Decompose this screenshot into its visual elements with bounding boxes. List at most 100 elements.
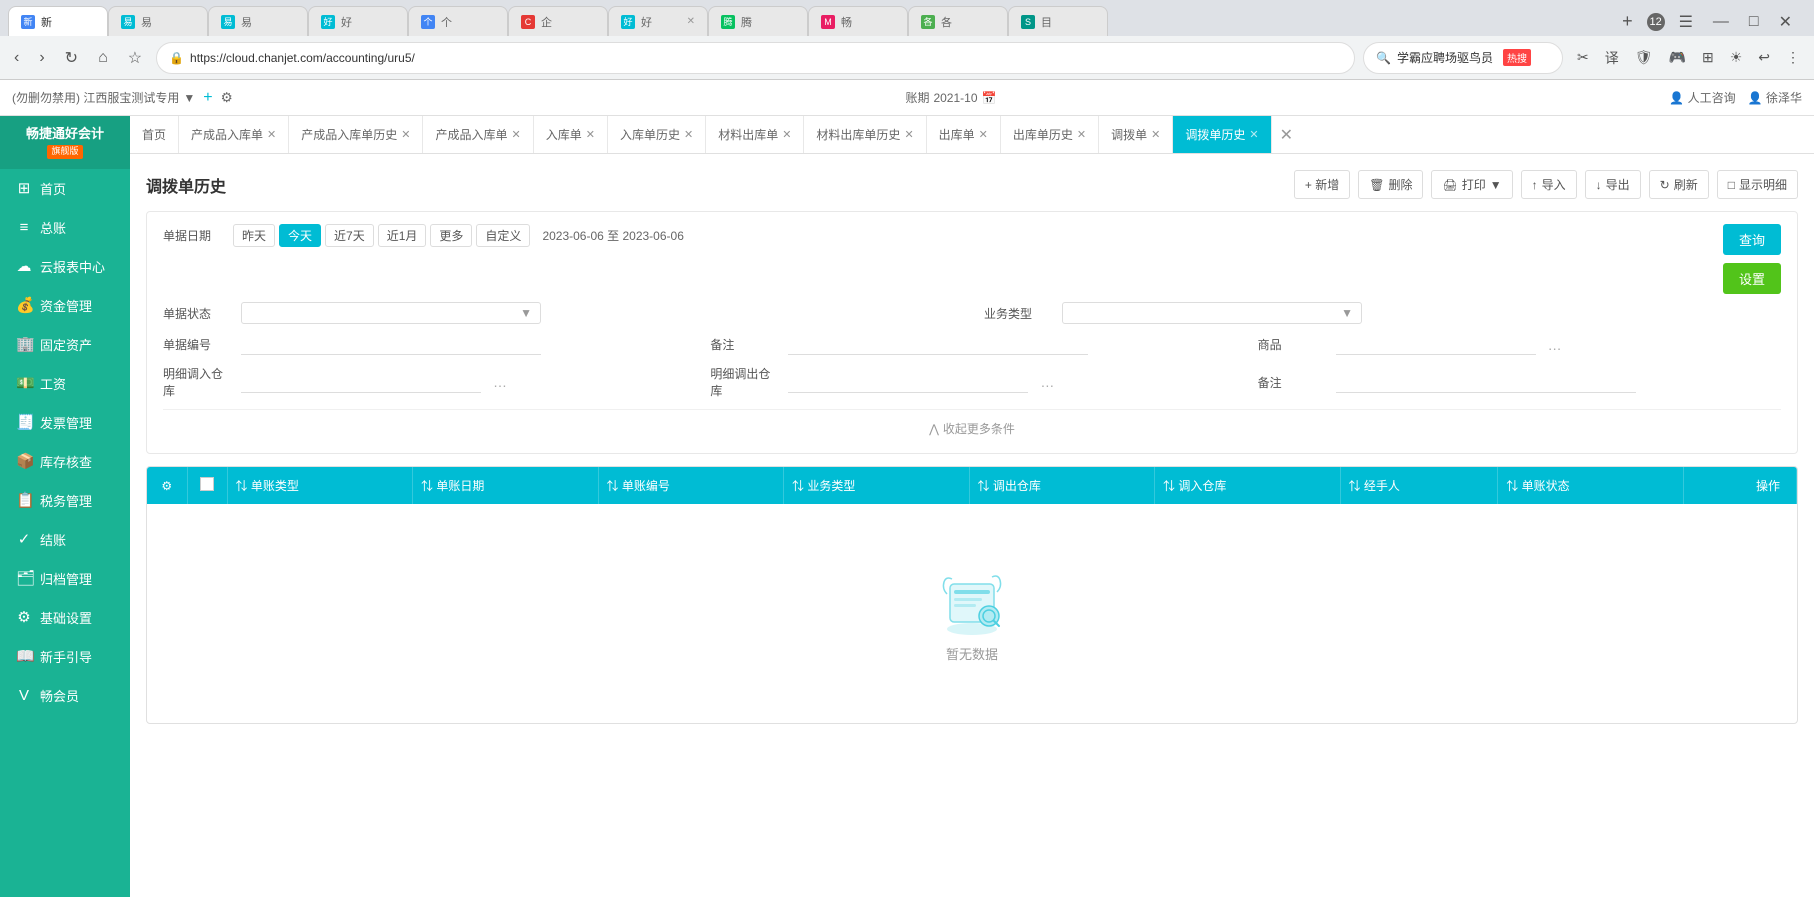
page-tab-product-in[interactable]: 产成品入库单 ✕ [179, 116, 289, 154]
table-header-doc-no[interactable]: ⇅ 单账编号 [598, 467, 784, 504]
sidebar-item-salary[interactable]: 💵 工资 [0, 364, 130, 403]
sidebar-item-fund[interactable]: 💰 资金管理 [0, 286, 130, 325]
biztype-select[interactable]: ▼ [1062, 302, 1362, 324]
home-button[interactable]: ⌂ [92, 45, 114, 71]
page-tab-transfer[interactable]: 调拨单 ✕ [1099, 116, 1173, 154]
status-select[interactable]: ▼ [241, 302, 541, 324]
browser-tab-close-7[interactable]: ✕ [687, 16, 695, 27]
new-button[interactable]: + 新增 [1294, 170, 1350, 199]
sidebar-item-tax[interactable]: 📋 税务管理 [0, 481, 130, 520]
browser-tab-8[interactable]: 腾 腾 [708, 6, 808, 36]
date-btn-custom[interactable]: 自定义 [476, 224, 530, 247]
table-header-doc-date[interactable]: ⇅ 单账日期 [413, 467, 599, 504]
browser-tab-1[interactable]: 新 新 [8, 6, 108, 36]
sidebar-item-ledger[interactable]: ≡ 总账 [0, 208, 130, 247]
table-header-doc-type[interactable]: ⇅ 单账类型 [227, 467, 413, 504]
date-btn-more[interactable]: 更多 [430, 224, 472, 247]
sidebar-item-archive[interactable]: 🗂 归档管理 [0, 559, 130, 598]
new-tab-button[interactable]: + [1616, 7, 1639, 36]
settings-button[interactable]: ⚙ [221, 90, 233, 106]
sidebar-item-close[interactable]: ✓ 结账 [0, 520, 130, 559]
detail-out-input[interactable] [788, 372, 1028, 393]
browser-tab-5[interactable]: 个 个 [408, 6, 508, 36]
menu-icon[interactable]: ⋮ [1780, 44, 1806, 72]
date-btn-yesterday[interactable]: 昨天 [233, 224, 275, 247]
refresh-button[interactable]: ↻ [59, 44, 84, 72]
sidebar-item-member[interactable]: V 畅会员 [0, 676, 130, 715]
select-all-checkbox[interactable] [200, 477, 214, 491]
page-tab-in-order-close[interactable]: ✕ [586, 128, 595, 141]
translate-icon[interactable]: 译 [1599, 44, 1625, 72]
goods-input[interactable] [1336, 334, 1536, 355]
page-tab-material-out-history-close[interactable]: ✕ [904, 128, 913, 141]
table-header-settings[interactable]: ⚙ [147, 467, 187, 504]
browser-tab-11[interactable]: S 目 [1008, 6, 1108, 36]
browser-tab-9[interactable]: M 畅 [808, 6, 908, 36]
goods-more-icon[interactable]: … [1544, 337, 1566, 353]
import-button[interactable]: ↑ 导入 [1521, 170, 1577, 199]
search-bar[interactable]: 🔍 学霸应聘场驱鸟员 热搜 [1363, 42, 1563, 74]
maximize-button[interactable]: □ [1743, 9, 1765, 35]
close-all-tabs-button[interactable]: ✕ [1272, 125, 1301, 145]
table-header-handler[interactable]: ⇅ 经手人 [1340, 467, 1498, 504]
sidebar-item-report[interactable]: ☁ 云报表中心 [0, 247, 130, 286]
remark-input[interactable] [788, 334, 1088, 355]
browser-tab-3[interactable]: 易 易 [208, 6, 308, 36]
brightness-icon[interactable]: ☀ [1724, 44, 1749, 72]
detail-in-more-icon[interactable]: … [489, 374, 511, 390]
table-header-biz-type[interactable]: ⇅ 业务类型 [784, 467, 970, 504]
sidebar-item-home[interactable]: ⊞ 首页 [0, 169, 130, 208]
page-tab-out-order-close[interactable]: ✕ [979, 128, 988, 141]
page-tab-transfer-close[interactable]: ✕ [1151, 128, 1160, 141]
browser-tab-4[interactable]: 好 好 [308, 6, 408, 36]
date-btn-1month[interactable]: 近1月 [378, 224, 427, 247]
page-tab-home[interactable]: 首页 [130, 116, 179, 154]
sidebar-item-asset[interactable]: 🏢 固定资产 [0, 325, 130, 364]
docno-input[interactable] [241, 334, 541, 355]
forward-button[interactable]: › [33, 45, 50, 71]
page-tab-out-history-close[interactable]: ✕ [1077, 128, 1086, 141]
scissors-icon[interactable]: ✂ [1571, 44, 1595, 72]
detail-in-input[interactable] [241, 372, 481, 393]
print-button[interactable]: 🖨 打印 ▼ [1431, 170, 1512, 199]
detail-out-more-icon[interactable]: … [1036, 374, 1058, 390]
minimize-button[interactable]: — [1707, 9, 1735, 35]
period-selector[interactable]: 账期 2021-10 📅 [905, 89, 996, 106]
browser-tab-10[interactable]: 各 各 [908, 6, 1008, 36]
refresh-button[interactable]: ↻ 刷新 [1649, 170, 1709, 199]
page-tab-in-history[interactable]: 入库单历史 ✕ [608, 116, 706, 154]
sidebar-item-invoice[interactable]: 🧾 发票管理 [0, 403, 130, 442]
user-service-link[interactable]: 👤 人工咨询 [1669, 89, 1735, 106]
browser-tab-2[interactable]: 易 易 [108, 6, 208, 36]
delete-button[interactable]: 🗑 删除 [1358, 170, 1423, 199]
collapse-button[interactable]: ⋀ 收起更多条件 [163, 416, 1781, 441]
table-header-in-warehouse[interactable]: ⇅ 调入仓库 [1155, 467, 1341, 504]
table-header-doc-status[interactable]: ⇅ 单账状态 [1498, 467, 1684, 504]
page-tab-product-in-history[interactable]: 产成品入库单历史 ✕ [289, 116, 423, 154]
page-tab-product-in-close[interactable]: ✕ [267, 128, 276, 141]
company-selector[interactable]: (勿删勿禁用) 江西服宝测试专用 ▼ [12, 89, 195, 106]
game-icon[interactable]: 🎮 [1663, 44, 1692, 72]
shield-icon[interactable]: 🛡 [1629, 44, 1659, 72]
page-tab-out-order[interactable]: 出库单 ✕ [927, 116, 1001, 154]
table-header-checkbox[interactable] [187, 467, 227, 504]
address-bar[interactable]: 🔒 https://cloud.chanjet.com/accounting/u… [156, 42, 1355, 74]
sidebar-item-guide[interactable]: 📖 新手引导 [0, 637, 130, 676]
page-tab-material-out-close[interactable]: ✕ [782, 128, 791, 141]
sidebar-item-basic[interactable]: ⚙ 基础设置 [0, 598, 130, 637]
date-btn-today[interactable]: 今天 [279, 224, 321, 247]
date-btn-7days[interactable]: 近7天 [325, 224, 374, 247]
page-tab-transfer-history-close[interactable]: ✕ [1249, 128, 1258, 141]
browser-tab-7[interactable]: 好 好 ✕ [608, 6, 708, 36]
page-tab-product-in-history-close[interactable]: ✕ [401, 128, 410, 141]
sidebar-item-inventory[interactable]: 📦 库存核查 [0, 442, 130, 481]
page-tab-material-out[interactable]: 材料出库单 ✕ [706, 116, 804, 154]
add-company-button[interactable]: + [203, 89, 212, 107]
display-detail-button[interactable]: □ 显示明细 [1717, 170, 1798, 199]
page-tab-product-in2[interactable]: 产成品入库单 ✕ [423, 116, 533, 154]
page-tab-in-history-close[interactable]: ✕ [684, 128, 693, 141]
page-tab-out-history[interactable]: 出库单历史 ✕ [1001, 116, 1099, 154]
settings-filter-button[interactable]: 设置 [1723, 263, 1781, 294]
page-tab-transfer-history[interactable]: 调拨单历史 ✕ [1173, 116, 1271, 154]
export-button[interactable]: ↓ 导出 [1585, 170, 1641, 199]
